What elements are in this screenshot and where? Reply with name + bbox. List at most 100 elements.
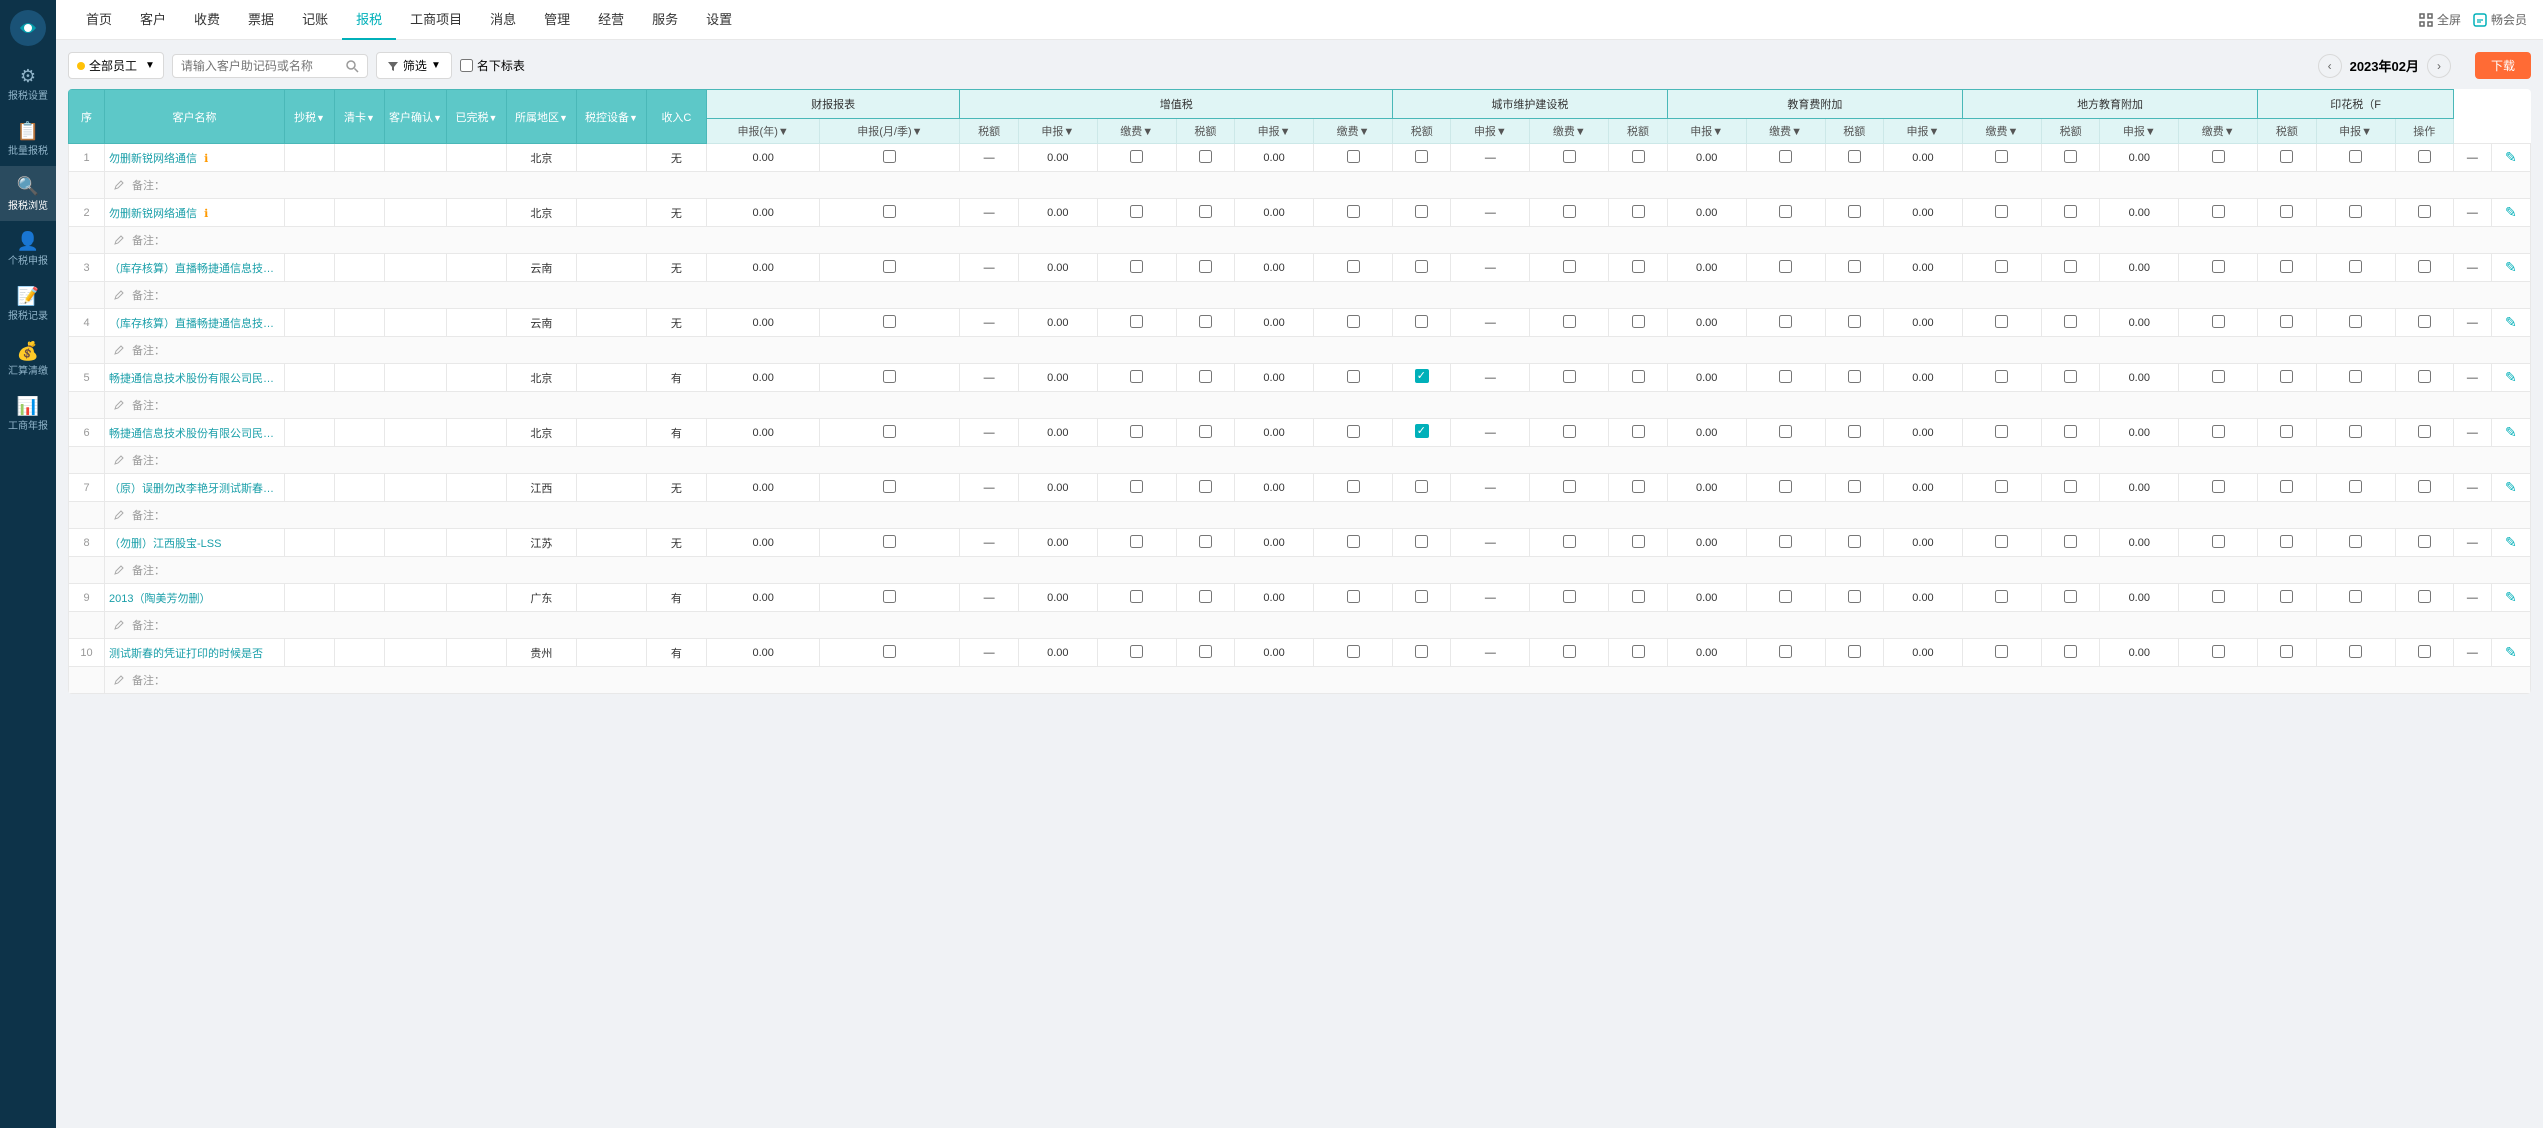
cb-cell3[interactable] xyxy=(1097,419,1176,447)
cb-cell11[interactable] xyxy=(1825,639,1883,667)
cb-cell14[interactable] xyxy=(2179,474,2258,502)
col-caibao-shenbao-nian[interactable]: 申报(年)▼ xyxy=(706,119,819,144)
cb-cell8[interactable] xyxy=(1530,144,1609,172)
cb-cell11[interactable] xyxy=(1825,254,1883,282)
cb-cell[interactable] xyxy=(820,419,960,447)
cb-cell9[interactable] xyxy=(1609,474,1667,502)
cb-cell9[interactable] xyxy=(1609,364,1667,392)
cb-cell8[interactable] xyxy=(1530,419,1609,447)
edit-cell[interactable]: ✎ xyxy=(2491,144,2530,172)
cb-cell13[interactable] xyxy=(2041,639,2099,667)
cb-cell5[interactable] xyxy=(1314,584,1393,612)
cb-cell[interactable] xyxy=(820,639,960,667)
cb-cell16[interactable] xyxy=(2316,474,2395,502)
edit-cell[interactable]: ✎ xyxy=(2491,584,2530,612)
cb-cell3[interactable] xyxy=(1097,254,1176,282)
cb-cell12[interactable] xyxy=(1962,639,2041,667)
edit-button[interactable]: ✎ xyxy=(2505,204,2517,221)
cb-cell3[interactable] xyxy=(1097,309,1176,337)
col-qingka[interactable]: 清卡▼ xyxy=(335,90,385,144)
cb-cell10[interactable] xyxy=(1746,144,1825,172)
col-chaoshui[interactable]: 抄税▼ xyxy=(285,90,335,144)
cb-cell6[interactable] xyxy=(1393,144,1451,172)
col-yiwanshui[interactable]: 已完税▼ xyxy=(446,90,506,144)
customer-name[interactable]: 畅捷通信息技术股份有限公司民珺测试 ℹ xyxy=(105,364,285,392)
cb-cell11[interactable] xyxy=(1825,309,1883,337)
nav-customer[interactable]: 客户 xyxy=(126,0,180,40)
nav-jingying[interactable]: 经营 xyxy=(584,0,638,40)
cb-cell11[interactable] xyxy=(1825,584,1883,612)
cb-cell16[interactable] xyxy=(2316,199,2395,227)
col-skusbei[interactable]: 税控设备▼ xyxy=(576,90,646,144)
cb-cell[interactable] xyxy=(820,144,960,172)
cb-cell9[interactable] xyxy=(1609,309,1667,337)
cb-cell12[interactable] xyxy=(1962,529,2041,557)
cb-cell14[interactable] xyxy=(2179,144,2258,172)
cb-cell12[interactable] xyxy=(1962,474,2041,502)
cb-cell12[interactable] xyxy=(1962,254,2041,282)
download-button[interactable]: 下载 xyxy=(2475,52,2531,79)
col-difang-jiaofei2[interactable]: 缴费▼ xyxy=(2179,119,2258,144)
cb-cell13[interactable] xyxy=(2041,529,2099,557)
cb-cell14[interactable] xyxy=(2179,199,2258,227)
nav-shezhi[interactable]: 设置 xyxy=(692,0,746,40)
customer-name[interactable]: 畅捷通信息技术股份有限公司民珺测试 ℹ xyxy=(105,419,285,447)
cb-cell13[interactable] xyxy=(2041,419,2099,447)
sidebar-item-huisuanqingjiao[interactable]: 💰 汇算清缴 xyxy=(0,331,56,386)
cb-cell14[interactable] xyxy=(2179,529,2258,557)
cb-cell9[interactable] xyxy=(1609,529,1667,557)
col-khqueren[interactable]: 客户确认▼ xyxy=(385,90,447,144)
cb-cell[interactable] xyxy=(820,199,960,227)
fullscreen-btn[interactable]: 全屏 xyxy=(2419,11,2461,28)
cb-cell15[interactable] xyxy=(2258,144,2316,172)
favorite-checkbox[interactable] xyxy=(460,59,473,72)
cb-cell[interactable] xyxy=(820,474,960,502)
warning-icon[interactable]: ℹ xyxy=(204,153,208,165)
nav-jizhang[interactable]: 记账 xyxy=(288,0,342,40)
nav-piaoju[interactable]: 票据 xyxy=(234,0,288,40)
customer-name[interactable]: （勿删）江西股宝-LSS xyxy=(105,529,285,557)
cb-cell9[interactable] xyxy=(1609,584,1667,612)
cb-cell3[interactable] xyxy=(1097,199,1176,227)
cb-cell5[interactable] xyxy=(1314,364,1393,392)
cb-cell17[interactable] xyxy=(2395,639,2453,667)
edit-button[interactable]: ✎ xyxy=(2505,589,2517,606)
cb-cell8[interactable] xyxy=(1530,639,1609,667)
cb-cell6[interactable] xyxy=(1393,364,1451,392)
cb-cell17[interactable] xyxy=(2395,364,2453,392)
edit-cell[interactable]: ✎ xyxy=(2491,419,2530,447)
cb-cell8[interactable] xyxy=(1530,199,1609,227)
cb-cell17[interactable] xyxy=(2395,474,2453,502)
cb-cell17[interactable] xyxy=(2395,419,2453,447)
cb-cell5[interactable] xyxy=(1314,474,1393,502)
cb-cell14[interactable] xyxy=(2179,584,2258,612)
cb-cell14[interactable] xyxy=(2179,364,2258,392)
cb-cell5[interactable] xyxy=(1314,309,1393,337)
customer-name[interactable]: （原）误删勿改李艳牙测试斯春新1 xyxy=(105,474,285,502)
col-zengjia-shenbao[interactable]: 申报▼ xyxy=(1018,119,1097,144)
cb-cell4[interactable] xyxy=(1176,199,1234,227)
col-jiaoyu-jiaofei[interactable]: 缴费▼ xyxy=(1746,119,1825,144)
edit-cell[interactable]: ✎ xyxy=(2491,364,2530,392)
cb-cell10[interactable] xyxy=(1746,309,1825,337)
edit-button[interactable]: ✎ xyxy=(2505,424,2517,441)
cb-cell10[interactable] xyxy=(1746,474,1825,502)
edit-button[interactable]: ✎ xyxy=(2505,644,2517,661)
edit-cell[interactable]: ✎ xyxy=(2491,639,2530,667)
cb-cell6[interactable] xyxy=(1393,639,1451,667)
cb-cell13[interactable] xyxy=(2041,474,2099,502)
cb-cell4[interactable] xyxy=(1176,254,1234,282)
edit-cell[interactable]: ✎ xyxy=(2491,529,2530,557)
cb-cell12[interactable] xyxy=(1962,419,2041,447)
cb-cell[interactable] xyxy=(820,309,960,337)
cb-cell[interactable] xyxy=(820,364,960,392)
customer-name[interactable]: 2013（陶美芳勿删） xyxy=(105,584,285,612)
cb-cell11[interactable] xyxy=(1825,199,1883,227)
cb-cell5[interactable] xyxy=(1314,199,1393,227)
cb-cell4[interactable] xyxy=(1176,529,1234,557)
col-difang-jiaofei[interactable]: 缴费▼ xyxy=(1962,119,2041,144)
edit-cell[interactable]: ✎ xyxy=(2491,474,2530,502)
cb-cell15[interactable] xyxy=(2258,309,2316,337)
cb-cell8[interactable] xyxy=(1530,584,1609,612)
customer-name[interactable]: 勿删新锐网络通信 ℹ xyxy=(105,144,285,172)
